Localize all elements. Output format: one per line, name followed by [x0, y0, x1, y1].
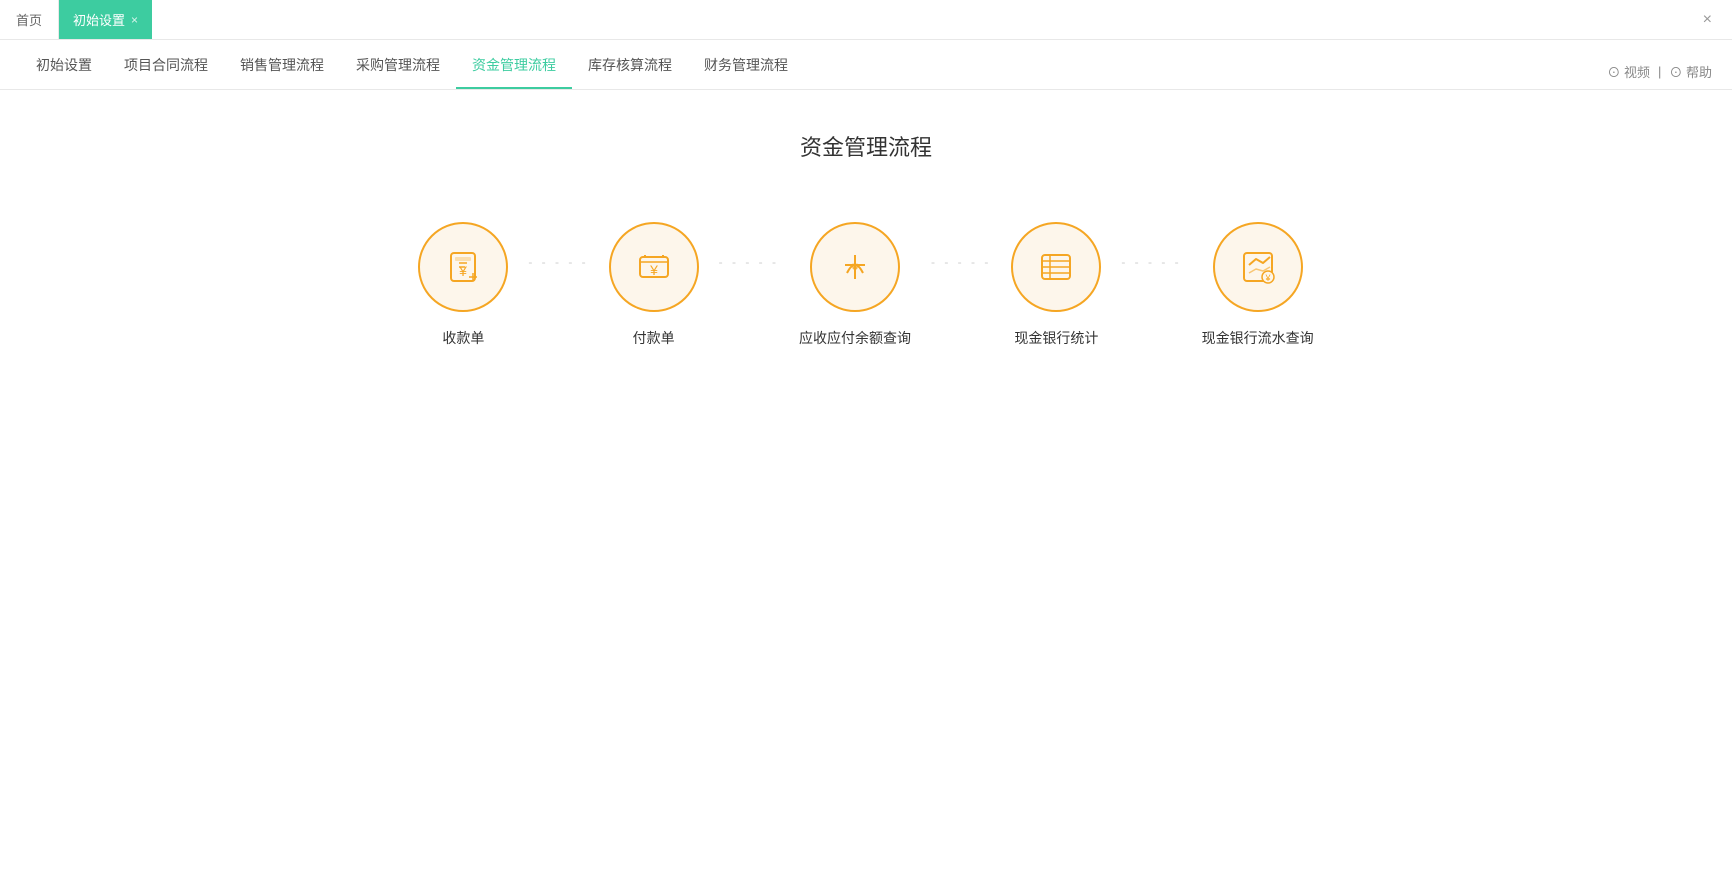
svg-text:¥: ¥: [851, 262, 858, 272]
receipt-icon: ¥: [441, 245, 485, 289]
top-bar-right: ×: [1683, 11, 1732, 29]
home-tab[interactable]: 首页: [0, 0, 59, 39]
nav-right-actions: ⊙ 视频 | ⊙ 帮助: [1607, 62, 1712, 89]
payment-label: 付款单: [633, 328, 675, 348]
nav-item-purchase-management[interactable]: 采购管理流程: [340, 40, 456, 89]
active-tab[interactable]: 初始设置 ×: [59, 0, 152, 39]
nav-bar: 初始设置 项目合同流程 销售管理流程 采购管理流程 资金管理流程 库存核算流程 …: [0, 40, 1732, 90]
dots-icon-1: - - - - -: [528, 255, 588, 269]
flow-row: ¥ 收款单 - - - - - ¥: [418, 222, 1313, 348]
connector-4: - - - - -: [1101, 255, 1201, 269]
nav-item-sales-management[interactable]: 销售管理流程: [224, 40, 340, 89]
bank-stats-icon: [1034, 245, 1078, 289]
nav-item-finance-management[interactable]: 财务管理流程: [688, 40, 804, 89]
flow-item-receivable-query[interactable]: ¥ 应收应付余额查询: [799, 222, 911, 348]
dots-icon-4: - - - - -: [1121, 255, 1181, 269]
nav-item-initial-setup[interactable]: 初始设置: [20, 40, 108, 89]
svg-text:¥: ¥: [649, 262, 658, 278]
help-link[interactable]: ⊙ 帮助: [1669, 62, 1712, 81]
receivable-icon: ¥: [833, 245, 877, 289]
receivable-query-label: 应收应付余额查询: [799, 328, 911, 348]
help-separator: |: [1658, 64, 1661, 79]
connector-2: - - - - -: [699, 255, 799, 269]
bank-flow-icon: ¥: [1236, 245, 1280, 289]
cash-bank-stats-label: 现金银行统计: [1014, 328, 1098, 348]
connector-1: - - - - -: [508, 255, 608, 269]
nav-item-project-contract[interactable]: 项目合同流程: [108, 40, 224, 89]
dots-icon-3: - - - - -: [931, 255, 991, 269]
nav-item-inventory-calculation[interactable]: 库存核算流程: [572, 40, 688, 89]
cash-bank-flow-label: 现金银行流水查询: [1202, 328, 1314, 348]
flow-item-cash-bank-flow[interactable]: ¥ 现金银行流水查询: [1202, 222, 1314, 348]
svg-text:¥: ¥: [1264, 273, 1271, 283]
bank-flow-icon-circle: ¥: [1213, 222, 1303, 312]
window-close-button[interactable]: ×: [1703, 11, 1712, 29]
svg-text:¥: ¥: [458, 263, 467, 279]
main-content: 资金管理流程 ¥ 收款单 - - - - -: [0, 90, 1732, 388]
page-title: 资金管理流程: [800, 130, 932, 162]
bank-stats-icon-circle: [1011, 222, 1101, 312]
receivable-icon-circle: ¥: [810, 222, 900, 312]
payment-icon-circle: ¥: [609, 222, 699, 312]
payment-icon: ¥: [632, 245, 676, 289]
top-bar: 首页 初始设置 × ×: [0, 0, 1732, 40]
tab-close-icon[interactable]: ×: [131, 13, 138, 27]
flow-item-payment[interactable]: ¥ 付款单: [609, 222, 699, 348]
active-tab-label: 初始设置: [73, 10, 125, 29]
receipt-icon-circle: ¥: [418, 222, 508, 312]
receipt-label: 收款单: [442, 328, 484, 348]
dots-icon-2: - - - - -: [719, 255, 779, 269]
flow-item-receipt[interactable]: ¥ 收款单: [418, 222, 508, 348]
nav-item-fund-management[interactable]: 资金管理流程: [456, 40, 572, 89]
flow-item-cash-bank-stats[interactable]: 现金银行统计: [1011, 222, 1101, 348]
connector-3: - - - - -: [911, 255, 1011, 269]
video-link[interactable]: ⊙ 视频: [1607, 62, 1650, 81]
